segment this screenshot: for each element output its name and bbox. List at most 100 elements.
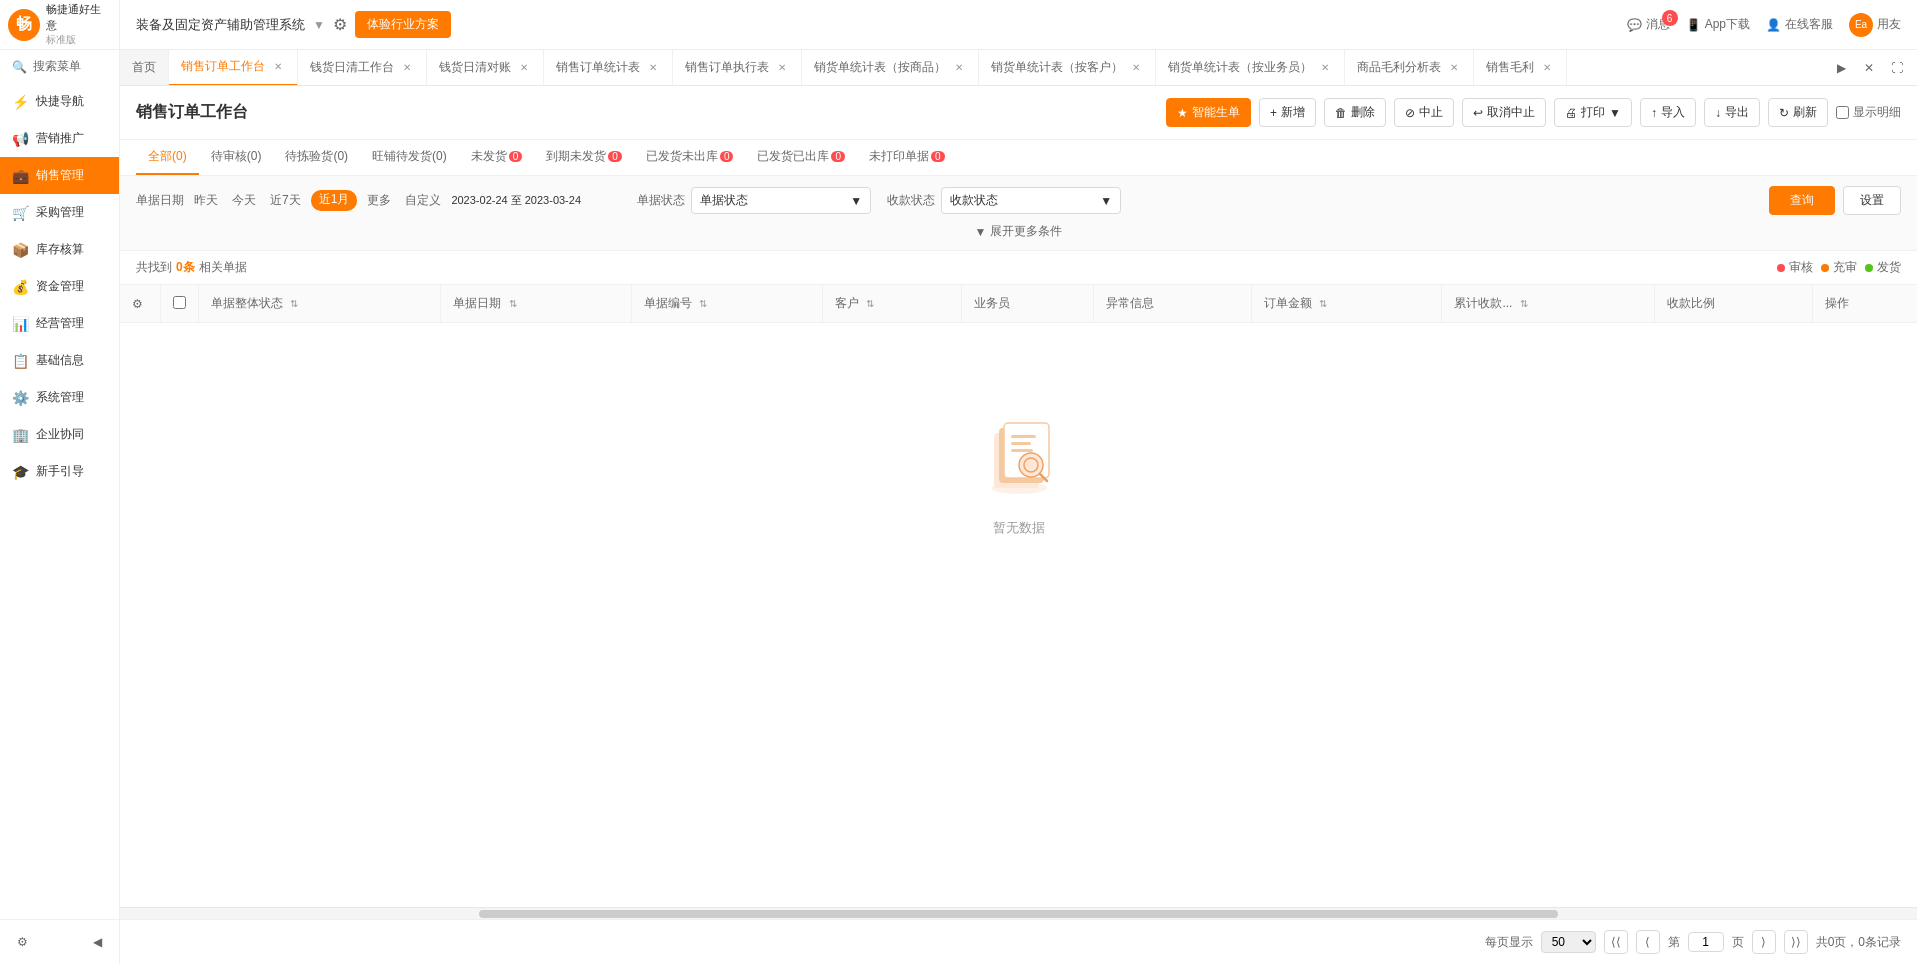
page-number-input[interactable] bbox=[1688, 932, 1724, 952]
sort-icon-customer[interactable]: ⇅ bbox=[866, 298, 874, 309]
date-7days[interactable]: 近7天 bbox=[266, 190, 305, 211]
anti-audit-action[interactable]: 充审 bbox=[1821, 259, 1857, 276]
sidebar-collapse-btn[interactable]: ◀ bbox=[83, 928, 111, 956]
th-settings[interactable]: ⚙ bbox=[120, 285, 160, 323]
first-page-btn[interactable]: ⟨⟨ bbox=[1604, 930, 1628, 954]
sidebar-item-inventory[interactable]: 📦 库存核算 bbox=[0, 231, 119, 268]
horizontal-scrollbar[interactable] bbox=[120, 907, 1917, 919]
th-amount: 订单金额 ⇅ bbox=[1251, 285, 1442, 323]
sidebar-item-purchase[interactable]: 🛒 采购管理 bbox=[0, 194, 119, 231]
tab-close-sales-by-goods[interactable]: ✕ bbox=[952, 61, 966, 75]
tab-scroll-right[interactable]: ▶ bbox=[1829, 56, 1853, 80]
select-all-checkbox[interactable] bbox=[173, 296, 186, 309]
sidebar-item-quick-nav[interactable]: ⚡ 快捷导航 bbox=[0, 83, 119, 120]
sidebar-item-finance[interactable]: 💰 资金管理 bbox=[0, 268, 119, 305]
smart-create-btn[interactable]: ★ 智能生单 bbox=[1166, 98, 1251, 127]
sidebar-item-marketing[interactable]: 📢 营销推广 bbox=[0, 120, 119, 157]
per-page-select[interactable]: 50 100 200 bbox=[1541, 931, 1596, 953]
basic-info-icon: 📋 bbox=[12, 353, 28, 369]
sub-tab-not-printed[interactable]: 未打印单据0 bbox=[857, 140, 957, 175]
sidebar-item-enterprise[interactable]: 🏢 企业协同 bbox=[0, 416, 119, 453]
tab-maximize[interactable]: ⛶ bbox=[1885, 56, 1909, 80]
tab-goods-margin[interactable]: 商品毛利分析表 ✕ bbox=[1345, 50, 1474, 86]
audit-action[interactable]: 审核 bbox=[1777, 259, 1813, 276]
expand-conditions-btn[interactable]: ▼ 展开更多条件 bbox=[136, 223, 1901, 240]
tab-close-sales-exec[interactable]: ✕ bbox=[775, 61, 789, 75]
delete-btn[interactable]: 🗑 删除 bbox=[1324, 98, 1386, 127]
anti-audit-dot bbox=[1821, 264, 1829, 272]
tab-home[interactable]: 首页 bbox=[120, 50, 169, 86]
filter-settings-btn[interactable]: 设置 bbox=[1843, 186, 1901, 215]
sidebar-search[interactable]: 🔍 搜索菜单 bbox=[0, 50, 119, 83]
payment-select[interactable]: 收款状态 ▼ bbox=[941, 187, 1121, 214]
next-page-btn[interactable]: ⟩ bbox=[1752, 930, 1776, 954]
date-custom[interactable]: 自定义 bbox=[401, 190, 445, 211]
tab-close-cash-daily[interactable]: ✕ bbox=[400, 61, 414, 75]
tab-close-goods-margin[interactable]: ✕ bbox=[1447, 61, 1461, 75]
sub-tab-shipped-out[interactable]: 已发货已出库0 bbox=[745, 140, 857, 175]
tab-sales-stat[interactable]: 销售订单统计表 ✕ bbox=[544, 50, 673, 86]
tab-cash-daily[interactable]: 钱货日清工作台 ✕ bbox=[298, 50, 427, 86]
app-download-item[interactable]: 📱 App下载 bbox=[1686, 16, 1750, 33]
industry-btn[interactable]: 体验行业方案 bbox=[355, 11, 451, 38]
online-service-item[interactable]: 👤 在线客服 bbox=[1766, 16, 1833, 33]
sidebar-item-sales[interactable]: 💼 销售管理 bbox=[0, 157, 119, 194]
date-yesterday[interactable]: 昨天 bbox=[190, 190, 222, 211]
tab-sales-exec[interactable]: 销售订单执行表 ✕ bbox=[673, 50, 802, 86]
sub-tab-pending-review[interactable]: 待审核(0) bbox=[199, 140, 274, 175]
cancel-suspend-btn[interactable]: ↩ 取消中止 bbox=[1462, 98, 1546, 127]
messages-item[interactable]: 💬 消息 6 bbox=[1627, 16, 1670, 33]
sub-tab-all[interactable]: 全部(0) bbox=[136, 140, 199, 175]
sub-tab-not-shipped[interactable]: 未发货0 bbox=[459, 140, 535, 175]
tab-sales-workbench[interactable]: 销售订单工作台 ✕ bbox=[169, 50, 298, 86]
header-settings-icon[interactable]: ⚙ bbox=[333, 15, 347, 34]
tab-cash-reconcile[interactable]: 钱货日清对账 ✕ bbox=[427, 50, 544, 86]
tab-close-sales-by-customer[interactable]: ✕ bbox=[1129, 61, 1143, 75]
dropdown-icon[interactable]: ▼ bbox=[313, 18, 325, 32]
tab-close-sales-workbench[interactable]: ✕ bbox=[271, 60, 285, 74]
import-btn[interactable]: ↑ 导入 bbox=[1640, 98, 1696, 127]
add-btn[interactable]: + 新增 bbox=[1259, 98, 1316, 127]
tab-close-sales-stat[interactable]: ✕ bbox=[646, 61, 660, 75]
sub-tab-wangpu-pending[interactable]: 旺铺待发货(0) bbox=[360, 140, 459, 175]
sort-icon-status[interactable]: ⇅ bbox=[290, 298, 298, 309]
sidebar-item-basic-info[interactable]: 📋 基础信息 bbox=[0, 342, 119, 379]
sidebar-item-operations[interactable]: 📊 经营管理 bbox=[0, 305, 119, 342]
tab-close-sales-profit[interactable]: ✕ bbox=[1540, 61, 1554, 75]
query-btn[interactable]: 查询 bbox=[1769, 186, 1835, 215]
export-btn[interactable]: ↓ 导出 bbox=[1704, 98, 1760, 127]
print-btn[interactable]: 🖨 打印 ▼ bbox=[1554, 98, 1632, 127]
tab-close-cash-reconcile[interactable]: ✕ bbox=[517, 61, 531, 75]
th-date: 单据日期 ⇅ bbox=[441, 285, 632, 323]
sub-tab-expired-not-shipped[interactable]: 到期未发货0 bbox=[534, 140, 634, 175]
show-detail-checkbox[interactable]: 显示明细 bbox=[1836, 104, 1901, 121]
sidebar-item-new-guide[interactable]: 🎓 新手引导 bbox=[0, 453, 119, 490]
sort-icon-amount[interactable]: ⇅ bbox=[1319, 298, 1327, 309]
tab-sales-by-staff[interactable]: 销货单统计表（按业务员） ✕ bbox=[1156, 50, 1345, 86]
date-more[interactable]: 更多 bbox=[363, 190, 395, 211]
suspend-btn[interactable]: ⊘ 中止 bbox=[1394, 98, 1454, 127]
tab-sales-by-customer[interactable]: 销货单统计表（按客户） ✕ bbox=[979, 50, 1156, 86]
sidebar-item-system[interactable]: ⚙️ 系统管理 bbox=[0, 379, 119, 416]
th-checkbox[interactable] bbox=[160, 285, 198, 323]
tab-close-sales-by-staff[interactable]: ✕ bbox=[1318, 61, 1332, 75]
sidebar-settings-btn[interactable]: ⚙ bbox=[8, 928, 36, 956]
sort-icon-collected[interactable]: ⇅ bbox=[1520, 298, 1528, 309]
sub-tab-shipped-not-out[interactable]: 已发货未出库0 bbox=[634, 140, 746, 175]
tab-sales-profit[interactable]: 销售毛利 ✕ bbox=[1474, 50, 1567, 86]
refresh-btn[interactable]: ↻ 刷新 bbox=[1768, 98, 1828, 127]
status-select[interactable]: 单据状态 ▼ bbox=[691, 187, 871, 214]
ship-action[interactable]: 发货 bbox=[1865, 259, 1901, 276]
sort-icon-date[interactable]: ⇅ bbox=[509, 298, 517, 309]
tab-close-all[interactable]: ✕ bbox=[1857, 56, 1881, 80]
scrollbar-thumb[interactable] bbox=[479, 910, 1557, 918]
prev-page-btn[interactable]: ⟨ bbox=[1636, 930, 1660, 954]
date-today[interactable]: 今天 bbox=[228, 190, 260, 211]
tab-sales-by-goods[interactable]: 销货单统计表（按商品） ✕ bbox=[802, 50, 979, 86]
date-1month[interactable]: 近1月 bbox=[311, 190, 358, 211]
sort-icon-number[interactable]: ⇅ bbox=[699, 298, 707, 309]
sub-tab-pending-inspect[interactable]: 待拣验货(0) bbox=[273, 140, 360, 175]
show-detail-input[interactable] bbox=[1836, 106, 1849, 119]
user-item[interactable]: Ea 用友 bbox=[1849, 13, 1901, 37]
last-page-btn[interactable]: ⟩⟩ bbox=[1784, 930, 1808, 954]
